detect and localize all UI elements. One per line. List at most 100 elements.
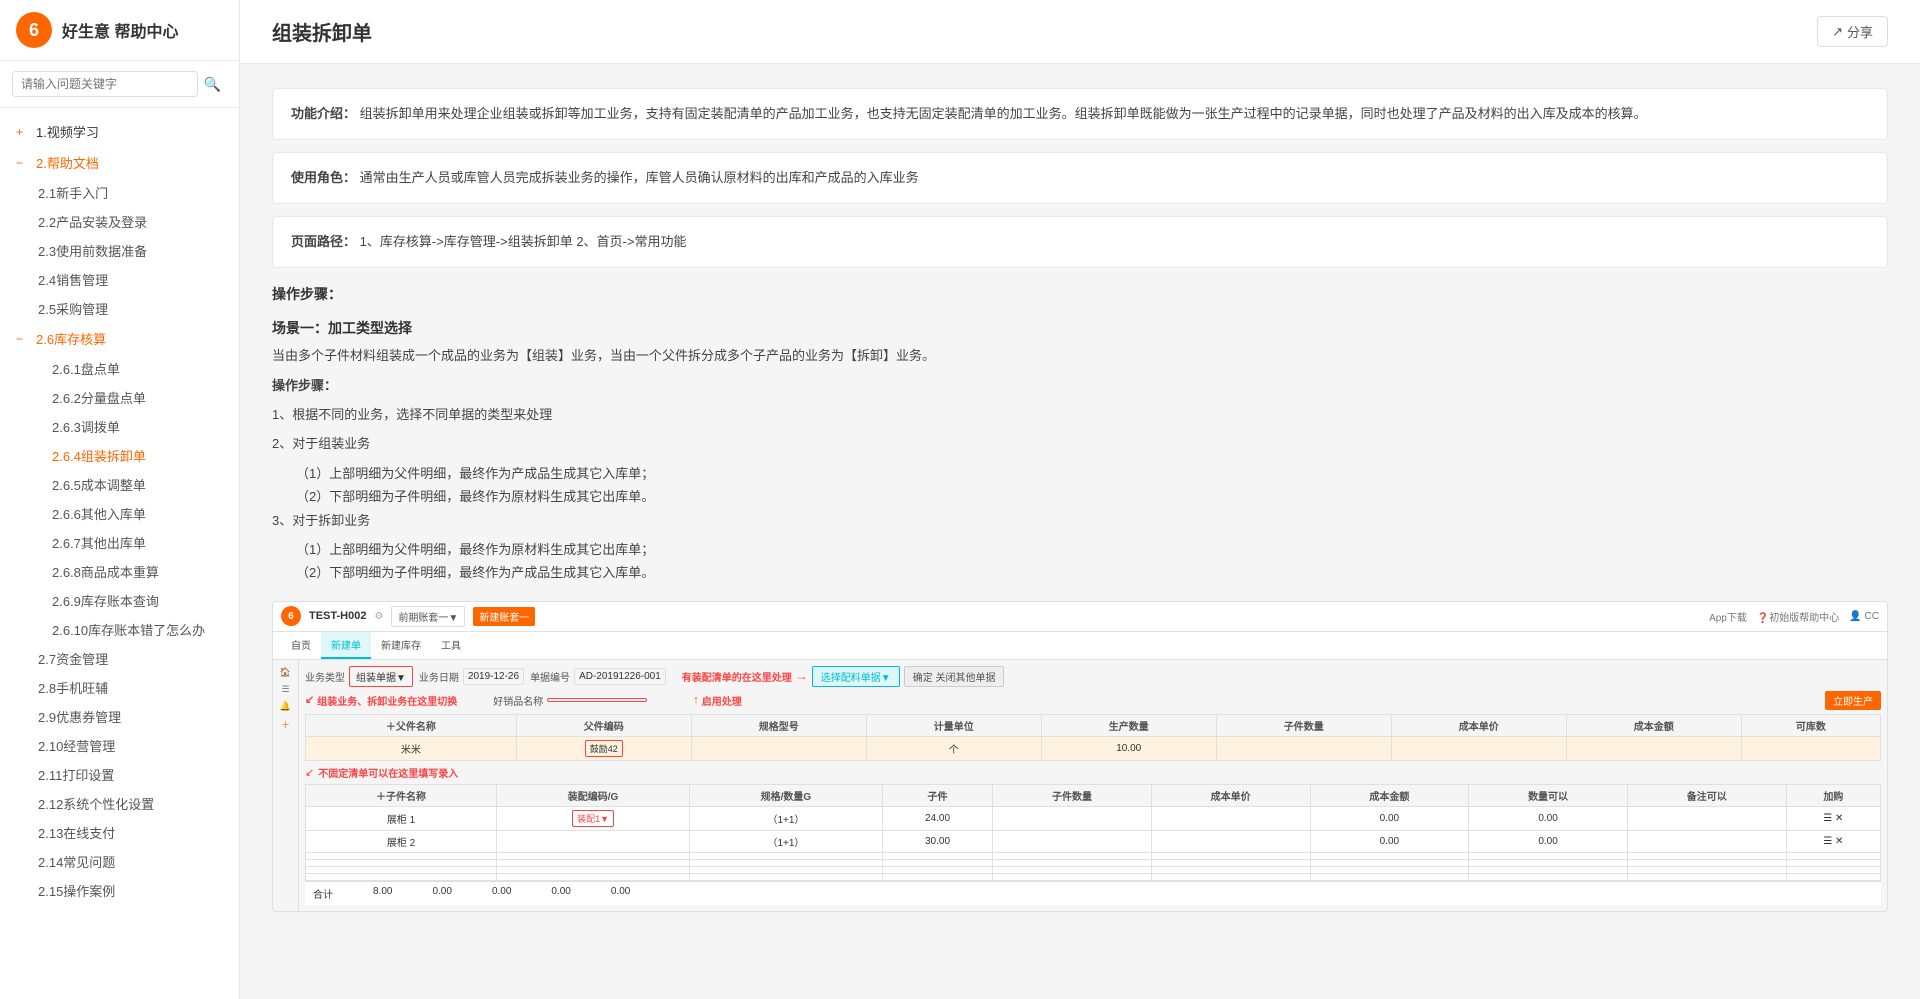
mock-date-label: 业务日期	[419, 669, 459, 684]
mock-tab-zg[interactable]: 自贡	[281, 632, 321, 659]
mock-arrow-lower: ↙	[305, 766, 314, 779]
mock-content-area: 业务类型 组装单据▼ 业务日期 2019-12-26 单据编号 AD-20191…	[299, 660, 1887, 911]
step-2-1: （1）上部明细为父件明细，最终作为产成品生成其它入库单；	[296, 462, 1888, 485]
mock-left-icon-home[interactable]: 🏠	[273, 664, 298, 681]
nav-tree: + 1.视频学习 − 2.帮助文档 2.1新手入门 2.2产品安装及登录 2.3…	[0, 108, 239, 999]
mock-annotation-1-area: 有装配清单的在这里处理 → 选择配料单据▼ 确定 关闭其他单据	[682, 666, 1005, 687]
sidebar-item-2-6-row[interactable]: − 2.6库存核算	[0, 323, 239, 354]
sidebar: 6 好生意 帮助中心 🔍 + 1.视频学习 − 2.帮助文档 2.1新手入门 2…	[0, 0, 240, 999]
mock-close-btn[interactable]: 确定 关闭其他单据	[904, 666, 1005, 687]
share-icon: ↗	[1832, 24, 1843, 40]
sidebar-item-2-6-9[interactable]: 2.6.9库存账本查询	[0, 586, 239, 615]
mock-upper-row1-prod-qty: 10.00	[1041, 736, 1216, 760]
mock-arrow-left: ↙	[305, 693, 314, 706]
mock-lower-row-3	[306, 852, 1881, 859]
mock-confirm-btn[interactable]: 立即生产	[1825, 691, 1881, 710]
sidebar-item-2-2[interactable]: 2.2产品安装及登录	[0, 207, 239, 236]
sidebar-item-2-6[interactable]: − 2.6库存核算 2.6.1盘点单 2.6.2分量盘点单 2.6.3调拨单 2…	[0, 323, 239, 644]
step-2: 2、对于组装业务	[272, 432, 1888, 455]
mock-left-icon-bell[interactable]: 🔔	[273, 698, 298, 715]
mock-body: 🏠 ☰ 🔔 ＋ 业务类型 组装单据▼ 业	[273, 660, 1887, 911]
sidebar-item-2-6-7[interactable]: 2.6.7其他出库单	[0, 528, 239, 557]
search-button[interactable]: 🔍	[198, 76, 227, 93]
sidebar-item-2[interactable]: − 2.帮助文档 2.1新手入门 2.2产品安装及登录 2.3使用前数据准备 2…	[0, 147, 239, 905]
mock-left-icon-list[interactable]: ☰	[273, 681, 298, 698]
mock-type-switch-label: 组装业务、拆卸业务在这里切换	[317, 693, 457, 708]
sidebar-item-2-6-5[interactable]: 2.6.5成本调整单	[0, 470, 239, 499]
mock-upper-row1-spec	[691, 736, 866, 760]
article-body: 功能介绍： 组装拆卸单用来处理企业组装或拆卸等加工业务，支持有固定装配清单的产品…	[240, 64, 1920, 999]
sidebar-item-2-1[interactable]: 2.1新手入门	[0, 178, 239, 207]
sidebar-item-2-13[interactable]: 2.13在线支付	[0, 818, 239, 847]
function-intro-block: 功能介绍： 组装拆卸单用来处理企业组装或拆卸等加工业务，支持有固定装配清单的产品…	[272, 88, 1888, 140]
mock-footer-val2: 0.00	[432, 886, 451, 901]
step-3-1: （1）上部明细为父件明细，最终作为原材料生成其它出库单；	[296, 538, 1888, 561]
mock-lower-row1-add[interactable]: ☰ ✕	[1786, 806, 1880, 830]
mock-left-icon-add[interactable]: ＋	[273, 715, 298, 734]
search-input[interactable]	[12, 71, 198, 97]
sidebar-item-2-6-8[interactable]: 2.6.8商品成本重算	[0, 557, 239, 586]
sidebar-item-2-6-4[interactable]: 2.6.4组装拆卸单	[0, 441, 239, 470]
sidebar-item-2-3[interactable]: 2.3使用前数据准备	[0, 236, 239, 265]
mock-lower-col-spec: 规格/数量G	[689, 784, 882, 806]
sidebar-item-2-6-2[interactable]: 2.6.2分量盘点单	[0, 383, 239, 412]
expand-icon-2: −	[16, 156, 30, 170]
mock-upper-row1-code: 鼓励42	[516, 736, 691, 760]
mock-account-selector[interactable]: 前期账套一▼	[391, 606, 465, 627]
sidebar-item-2-15[interactable]: 2.15操作案例	[0, 876, 239, 905]
mock-help: ❓初始版帮助中心	[1757, 609, 1839, 624]
mock-version-icon: ⚙	[374, 611, 383, 622]
mock-lower-col-avail: 数量可以	[1469, 784, 1628, 806]
mock-lower-row-1: 展柜 1 装配1▼ （1+1） 24.00 0.00 0.00 ☰ ✕	[306, 806, 1881, 830]
share-button[interactable]: ↗ 分享	[1817, 16, 1888, 47]
mock-lower-row2-code	[497, 830, 690, 852]
share-label: 分享	[1847, 22, 1873, 41]
mock-lower-row2-add[interactable]: ☰ ✕	[1786, 830, 1880, 852]
sidebar-item-2-8[interactable]: 2.8手机旺辅	[0, 673, 239, 702]
role-text: 通常由生产人员或库管人员完成拆装业务的操作，库管人员确认原材料的出库和产成品的入…	[360, 170, 919, 185]
app-logo: 6	[16, 12, 52, 48]
mock-bom-select-btn[interactable]: 选择配料单据▼	[812, 666, 900, 687]
sidebar-item-2-12[interactable]: 2.12系统个性化设置	[0, 789, 239, 818]
mock-upper-col-spec: 规格型号	[691, 714, 866, 736]
mock-footer-val5: 0.00	[611, 886, 630, 901]
mock-order-input[interactable]: AD-20191226-001	[574, 668, 666, 685]
step-1: 1、根据不同的业务，选择不同单据的类型来处理	[272, 403, 1888, 426]
mock-lower-table-header: ＋子件名称 装配编码/G 规格/数量G 子件 子件数量 成本单价 成本金额 数量…	[306, 784, 1881, 806]
sidebar-item-1[interactable]: + 1.视频学习	[0, 116, 239, 147]
sidebar-item-2-6-10[interactable]: 2.6.10库存账本错了怎么办	[0, 615, 239, 644]
sidebar-item-2-9[interactable]: 2.9优惠券管理	[0, 702, 239, 731]
mock-lower-row-5	[306, 866, 1881, 873]
mock-footer-val1: 8.00	[373, 886, 392, 901]
mock-footer-val3: 0.00	[492, 886, 511, 901]
mock-tab-inventory[interactable]: 新建库存	[371, 632, 431, 659]
mock-form-row-1: 业务类型 组装单据▼ 业务日期 2019-12-26 单据编号 AD-20191…	[305, 666, 1881, 687]
mock-date-input[interactable]: 2019-12-26	[463, 668, 524, 685]
screenshot-container: 6 TEST-H002 ⚙ 前期账套一▼ 新建账套一 App下载 ❓初始版帮助中…	[272, 601, 1888, 912]
sidebar-item-2-row[interactable]: − 2.帮助文档	[0, 147, 239, 178]
sidebar-item-2-11[interactable]: 2.11打印设置	[0, 760, 239, 789]
sidebar-item-2-5[interactable]: 2.5采购管理	[0, 294, 239, 323]
sidebar-item-2-6-3[interactable]: 2.6.3调拨单	[0, 412, 239, 441]
mock-add-btn[interactable]: 新建账套一	[473, 607, 535, 626]
sidebar-item-2-4[interactable]: 2.4销售管理	[0, 265, 239, 294]
page-title: 组装拆卸单	[272, 17, 372, 46]
function-intro-text: 组装拆卸单用来处理企业组装或拆卸等加工业务，支持有固定装配清单的产品加工业务，也…	[360, 106, 1647, 121]
sidebar-item-1-row[interactable]: + 1.视频学习	[0, 116, 239, 147]
mock-bom-input[interactable]	[547, 698, 647, 702]
sidebar-item-2-6-1[interactable]: 2.6.1盘点单	[0, 354, 239, 383]
mock-arrow-1: →	[796, 669, 808, 683]
mock-left-icons: 🏠 ☰ 🔔 ＋	[273, 660, 299, 911]
mock-upper-row1-stock	[1741, 736, 1880, 760]
mock-lower-row1-sub: 24.00	[882, 806, 992, 830]
mock-tab-tools[interactable]: 工具	[431, 632, 471, 659]
sidebar-item-2-7[interactable]: 2.7资金管理	[0, 644, 239, 673]
sidebar-item-2-14[interactable]: 2.14常见问题	[0, 847, 239, 876]
sidebar-item-1-label: 1.视频学习	[36, 122, 99, 141]
sidebar-item-2-10[interactable]: 2.10经营管理	[0, 731, 239, 760]
mock-lower-annotation-label: 不固定清单可以在这里填写录入	[318, 765, 458, 780]
mock-tab-new[interactable]: 新建单	[321, 632, 371, 659]
path-block: 页面路径： 1、库存核算->库存管理->组装拆卸单 2、首页->常用功能	[272, 216, 1888, 268]
mock-type-input[interactable]: 组装单据▼	[349, 666, 413, 687]
sidebar-item-2-6-6[interactable]: 2.6.6其他入库单	[0, 499, 239, 528]
